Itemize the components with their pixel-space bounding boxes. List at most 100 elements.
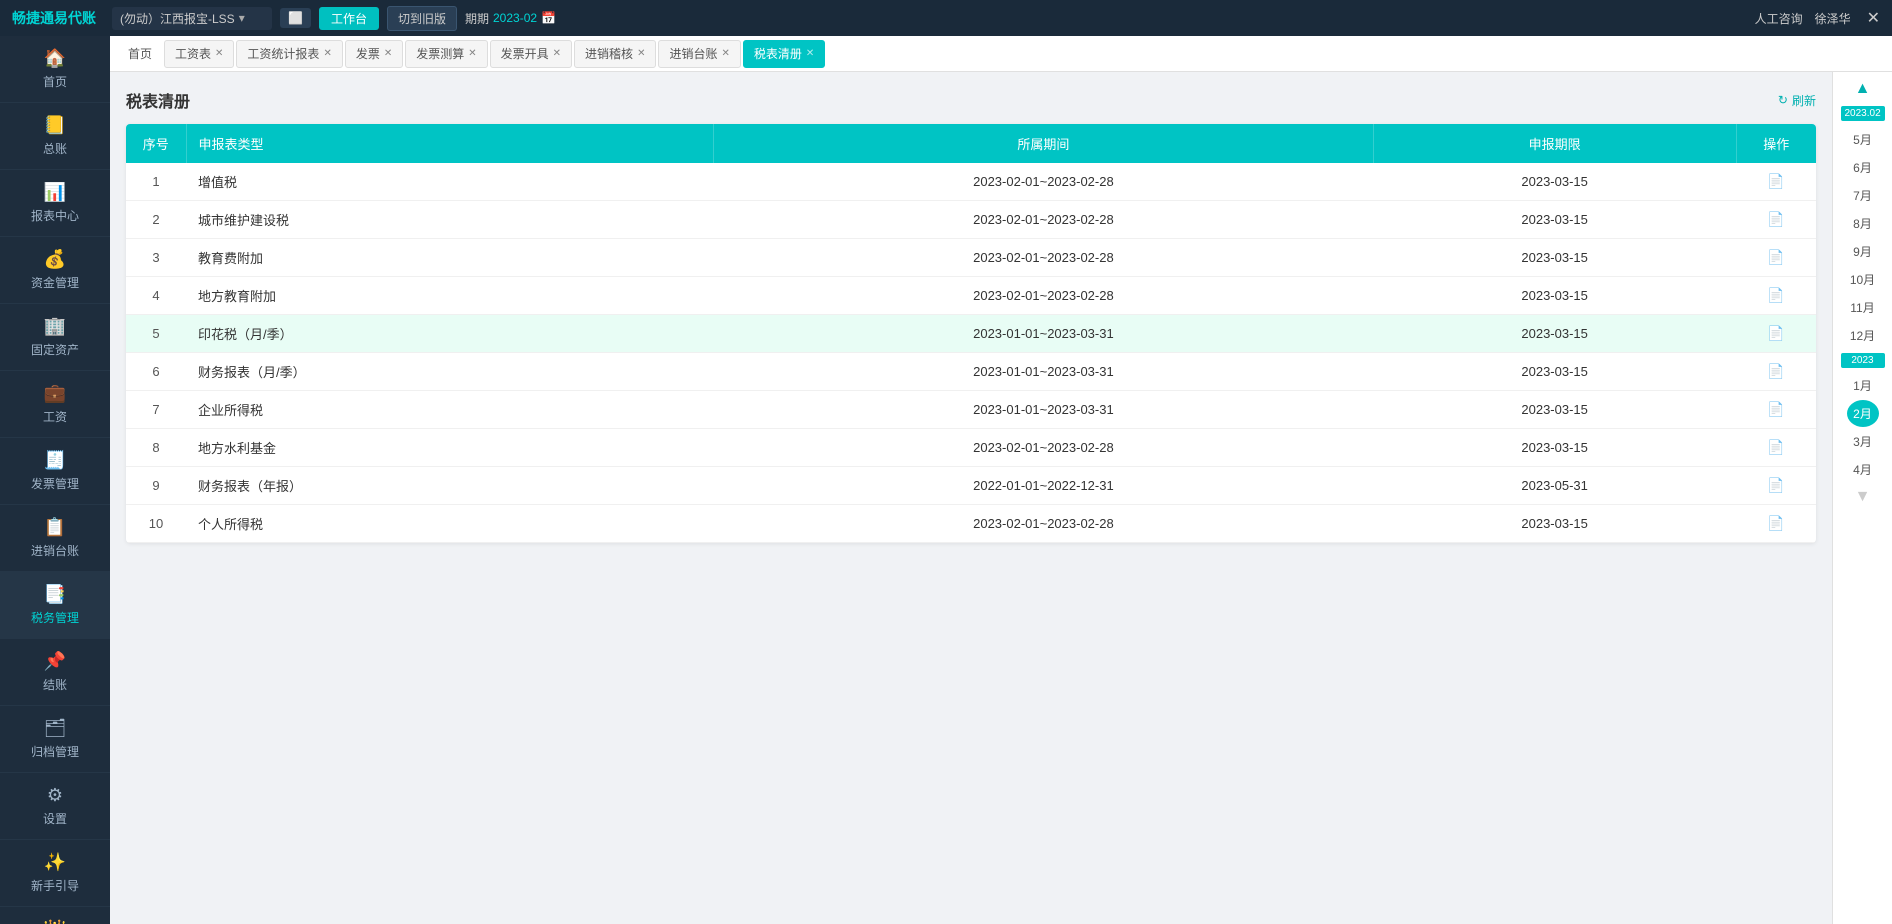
- rs-month-06[interactable]: 6月: [1841, 154, 1885, 181]
- action-doc-icon[interactable]: 📄: [1767, 439, 1784, 455]
- rs-month-07[interactable]: 7月: [1841, 182, 1885, 209]
- page-main: 税表清册 ↻ 刷新 序号 申报表类型 所属期间 申报期限 操作: [110, 72, 1832, 924]
- tab-close-payroll[interactable]: ✕: [215, 48, 223, 59]
- rs-month-04[interactable]: 4月: [1841, 456, 1885, 483]
- tab-invoice-check[interactable]: 发票测算✕: [405, 40, 487, 68]
- cell-period: 2023-02-01~2023-02-28: [714, 163, 1374, 201]
- rs-month-01[interactable]: 1月: [1841, 372, 1885, 399]
- action-doc-icon[interactable]: 📄: [1767, 515, 1784, 531]
- tab-purchase-check[interactable]: 进销稽核 ✕: [574, 40, 656, 68]
- tab-purchase-ledger[interactable]: 进销台账✕: [658, 40, 740, 68]
- copy-button[interactable]: ⬜: [280, 8, 311, 28]
- refresh-button[interactable]: ↻ 刷新: [1778, 92, 1816, 109]
- archive-icon: 🗂: [44, 718, 67, 739]
- cell-period: 2022-01-01~2022-12-31: [714, 467, 1374, 505]
- sidebar-item-guide[interactable]: ✨新手引导: [0, 840, 110, 907]
- col-no: 序号: [126, 124, 186, 163]
- cell-deadline: 2023-03-15: [1373, 239, 1736, 277]
- tab-close-invoice-open[interactable]: ✕: [553, 48, 561, 59]
- page-title: 税表清册: [126, 88, 190, 112]
- tab-label-invoice: 发票: [356, 45, 380, 62]
- period-nav-down[interactable]: ▼: [1851, 484, 1875, 510]
- action-doc-icon[interactable]: 📄: [1767, 363, 1784, 379]
- action-doc-icon[interactable]: 📄: [1767, 477, 1784, 493]
- sidebar-label-fund: 资金管理: [31, 274, 79, 291]
- action-doc-icon[interactable]: 📄: [1767, 173, 1784, 189]
- tab-label-tax-register: 税表清册: [754, 45, 802, 62]
- page-title-bar: 税表清册 ↻ 刷新: [126, 88, 1816, 112]
- cell-period: 2023-01-01~2023-03-31: [714, 315, 1374, 353]
- purchase-icon: 📋: [44, 517, 66, 538]
- action-doc-icon[interactable]: 📄: [1767, 287, 1784, 303]
- rs-month-10[interactable]: 10月: [1841, 266, 1885, 293]
- sidebar-item-tax[interactable]: 📑 税务管理: [0, 572, 110, 639]
- rs-month-03[interactable]: 3月: [1841, 428, 1885, 455]
- sidebar-item-settings[interactable]: ⚙设置: [0, 773, 110, 840]
- sidebar-label-tax: 税务管理: [31, 609, 79, 626]
- sidebar-label-payroll: 工资: [43, 408, 67, 425]
- rs-month-08[interactable]: 8月: [1841, 210, 1885, 237]
- col-action: 操作: [1736, 124, 1816, 163]
- tab-close-tax-register[interactable]: ✕: [806, 48, 814, 59]
- sidebar-item-report[interactable]: 📊报表中心: [0, 170, 110, 237]
- sidebar-item-ledger[interactable]: 📒总账: [0, 103, 110, 170]
- close-window-button[interactable]: ✕: [1867, 8, 1880, 28]
- tab-invoice-open[interactable]: 发票开具✕: [490, 40, 572, 68]
- rs-month-02[interactable]: 2月: [1847, 400, 1879, 427]
- rs-month-12[interactable]: 12月: [1841, 322, 1885, 349]
- home-icon: 🏠: [44, 48, 66, 69]
- calendar-icon[interactable]: 📅: [541, 11, 556, 25]
- cell-type: 个人所得税: [186, 505, 714, 543]
- sidebar-item-invoice[interactable]: 🧾发票管理: [0, 438, 110, 505]
- sidebar-item-vip[interactable]: 👑畅会员: [0, 907, 110, 924]
- cell-no: 4: [126, 277, 186, 315]
- cell-action: 📄: [1736, 467, 1816, 505]
- table-row: 2 城市维护建设税 2023-02-01~2023-02-28 2023-03-…: [126, 201, 1816, 239]
- action-doc-icon[interactable]: 📄: [1767, 249, 1784, 265]
- company-selector[interactable]: (勿动）江西报宝-LSS ▾: [112, 7, 272, 30]
- sidebar-item-archive[interactable]: 🗂归档管理: [0, 706, 110, 773]
- tab-payroll-report[interactable]: 工资统计报表✕: [236, 40, 342, 68]
- rs-month-11[interactable]: 11月: [1841, 294, 1885, 321]
- tab-close-invoice-check[interactable]: ✕: [468, 48, 476, 59]
- sidebar-item-purchase[interactable]: 📋进销台账: [0, 505, 110, 572]
- rs-month-09[interactable]: 9月: [1841, 238, 1885, 265]
- action-doc-icon[interactable]: 📄: [1767, 325, 1784, 341]
- table-row: 5 印花税（月/季） 2023-01-01~2023-03-31 2023-03…: [126, 315, 1816, 353]
- top-right-actions: 人工咨询 徐泽华 ✕: [1755, 8, 1880, 28]
- vip-icon: 👑: [44, 919, 66, 924]
- cell-type: 企业所得税: [186, 391, 714, 429]
- tax-icon: 📑: [44, 584, 66, 605]
- rs-month-05[interactable]: 5月: [1841, 126, 1885, 153]
- cell-no: 6: [126, 353, 186, 391]
- refresh-label: 刷新: [1792, 92, 1816, 109]
- sidebar-item-home[interactable]: 🏠首页: [0, 36, 110, 103]
- tab-close-purchase-check[interactable]: ✕: [637, 48, 645, 59]
- action-doc-icon[interactable]: 📄: [1767, 401, 1784, 417]
- user-menu[interactable]: 徐泽华: [1815, 10, 1851, 27]
- period-nav-up[interactable]: ▲: [1851, 76, 1875, 102]
- cell-period: 2023-01-01~2023-03-31: [714, 353, 1374, 391]
- sidebar-item-fund[interactable]: 💰资金管理: [0, 237, 110, 304]
- tab-label-purchase-check: 进销稽核: [585, 45, 633, 62]
- sidebar-item-close[interactable]: 📌结账: [0, 639, 110, 706]
- cell-action: 📄: [1736, 239, 1816, 277]
- tab-close-purchase-ledger[interactable]: ✕: [721, 48, 729, 59]
- tab-invoice[interactable]: 发票 ✕: [345, 40, 403, 68]
- action-doc-icon[interactable]: 📄: [1767, 211, 1784, 227]
- period-value[interactable]: 2023-02: [493, 11, 537, 25]
- tab-home[interactable]: 首页: [118, 45, 162, 62]
- workbench-button[interactable]: 工作台: [319, 7, 379, 30]
- tab-payroll[interactable]: 工资表✕: [164, 40, 234, 68]
- cell-type: 财务报表（月/季）: [186, 353, 714, 391]
- cell-action: 📄: [1736, 163, 1816, 201]
- tab-close-invoice[interactable]: ✕: [384, 48, 392, 59]
- sidebar-item-asset[interactable]: 🏢固定资产: [0, 304, 110, 371]
- switch-version-button[interactable]: 切到旧版: [387, 6, 457, 31]
- cell-period: 2023-01-01~2023-03-31: [714, 391, 1374, 429]
- sidebar-label-report: 报表中心: [31, 207, 79, 224]
- tab-tax-register[interactable]: 税表清册 ✕: [743, 40, 825, 68]
- tab-close-payroll-report[interactable]: ✕: [323, 48, 331, 59]
- ai-consult-button[interactable]: 人工咨询: [1755, 10, 1803, 27]
- sidebar-item-payroll[interactable]: 💼工资: [0, 371, 110, 438]
